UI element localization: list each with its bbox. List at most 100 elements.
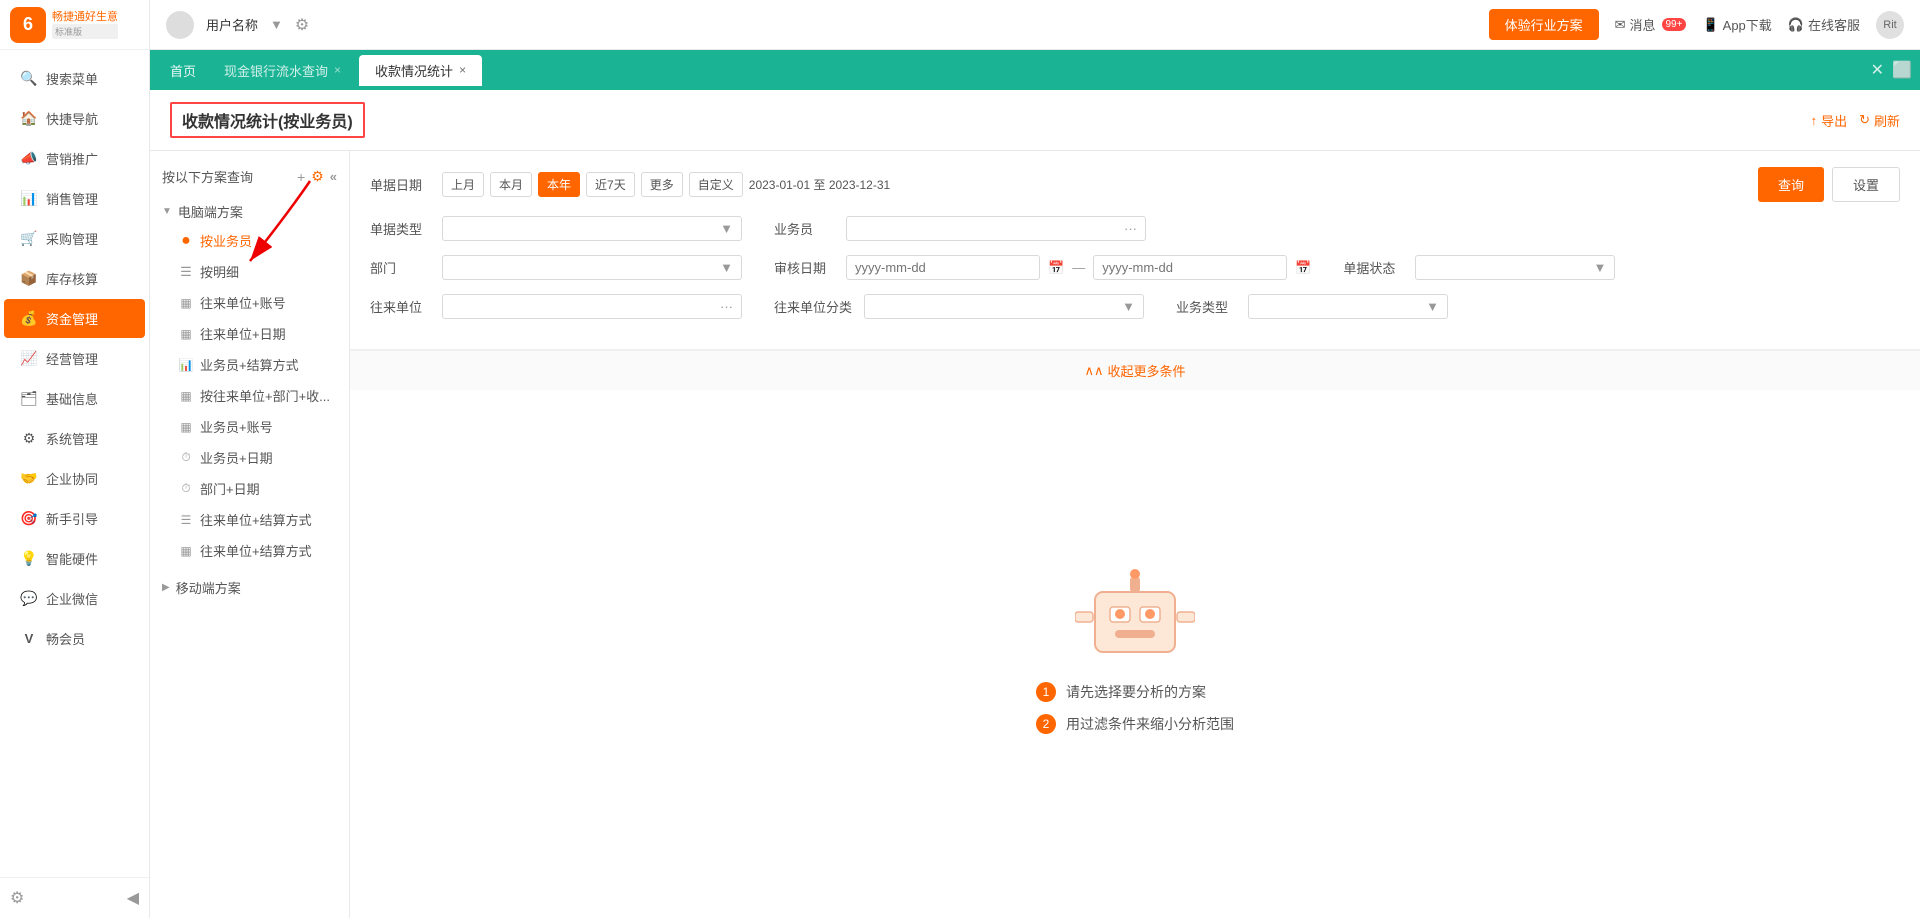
sidebar-item-wechat[interactable]: 💬 企业微信 — [4, 579, 145, 618]
date-btn-last-month[interactable]: 上月 — [442, 172, 484, 197]
scheme-collapse-icon[interactable]: « — [330, 169, 337, 184]
mobile-group-label: 移动端方案 — [176, 578, 241, 597]
sidebar-settings-icon[interactable]: ⚙ — [10, 888, 24, 908]
scheme-item-partner-account[interactable]: ▦ 往来单位+账号 — [150, 287, 349, 318]
finance-icon: 💰 — [20, 310, 38, 328]
empty-state: 1 请先选择要分析的方案 2 用过滤条件来缩小分析范围 — [350, 390, 1920, 918]
dept-label: 部门 — [370, 258, 430, 277]
scheme-add-icon[interactable]: + — [297, 169, 305, 185]
partner-settle2-icon: ▦ — [178, 543, 194, 559]
business-type-label: 业务类型 — [1176, 297, 1236, 316]
sidebar-item-enterprise[interactable]: 🤝 企业协同 — [4, 459, 145, 498]
scheme-item-salesperson-account[interactable]: ▦ 业务员+账号 — [150, 411, 349, 442]
date-btn-more[interactable]: 更多 — [641, 172, 683, 197]
app-download-action[interactable]: 📱 App下载 — [1702, 15, 1771, 34]
query-button[interactable]: 查询 — [1758, 167, 1824, 202]
tab-collection-stat[interactable]: 收款情况统计 × — [359, 55, 482, 86]
sidebar-item-smart-hw[interactable]: 💡 智能硬件 — [4, 539, 145, 578]
date-btn-7days[interactable]: 近7天 — [586, 172, 635, 197]
scheme-item-by-detail[interactable]: ☰ 按明细 — [150, 256, 349, 287]
sidebar-item-newbie[interactable]: 🎯 新手引导 — [4, 499, 145, 538]
partner-category-label: 往来单位分类 — [774, 297, 852, 316]
scheme-item-partner-dept-collect[interactable]: ▦ 按往来单位+部门+收... — [150, 380, 349, 411]
date-options-group: 上月 本月 本年 近7天 更多 自定义 2023-01-01 至 2023-12… — [442, 172, 890, 197]
collapse-bar[interactable]: ∧∧ 收起更多条件 — [350, 350, 1920, 390]
desktop-group-label: 电脑端方案 — [178, 202, 243, 221]
tab-home[interactable]: 首页 — [158, 55, 208, 86]
settings-icon[interactable]: ⚙ — [295, 15, 309, 35]
date-range-text: 2023-01-01 至 2023-12-31 — [749, 176, 890, 193]
operation-icon: 📈 — [20, 350, 38, 368]
sidebar-collapse-icon[interactable]: ◀ — [127, 888, 139, 908]
salesperson-dropdown-icon: ··· — [1124, 221, 1137, 236]
sidebar-item-sales[interactable]: 📊 销售管理 — [4, 179, 145, 218]
export-icon: ↑ — [1811, 113, 1818, 128]
scheme-group-mobile-header[interactable]: ▶ 移动端方案 — [150, 574, 349, 601]
avatar — [166, 11, 194, 39]
trial-button[interactable]: 体验行业方案 — [1489, 9, 1599, 40]
scheme-group-desktop-header[interactable]: ▼ 电脑端方案 — [150, 198, 349, 225]
scheme-panel-header: 按以下方案查询 + ⚙ « — [150, 159, 349, 194]
date-btn-this-year[interactable]: 本年 — [538, 172, 580, 197]
message-action[interactable]: ✉ 消息 99+ — [1615, 15, 1687, 34]
date-btn-custom[interactable]: 自定义 — [689, 172, 743, 197]
scheme-item-salesperson-settle[interactable]: 📊 业务员+结算方式 — [150, 349, 349, 380]
partner-select[interactable]: ··· — [442, 294, 742, 319]
scheme-item-salesperson-date[interactable]: ⏱ 业务员+日期 — [150, 442, 349, 473]
voucher-type-select[interactable]: ▼ — [442, 216, 742, 241]
partner-category-select[interactable]: ▼ — [864, 294, 1144, 319]
tab-bank-flow[interactable]: 现金银行流水查询 × — [208, 55, 357, 86]
step-2-num: 2 — [1036, 714, 1056, 734]
calendar-end-icon[interactable]: 📅 — [1295, 260, 1311, 276]
scheme-item-partner-date[interactable]: ▦ 往来单位+日期 — [150, 318, 349, 349]
date-btn-this-month[interactable]: 本月 — [490, 172, 532, 197]
scheme-item-dept-date[interactable]: ⏱ 部门+日期 — [150, 473, 349, 504]
dept-select[interactable]: ▼ — [442, 255, 742, 280]
calendar-start-icon[interactable]: 📅 — [1048, 260, 1064, 276]
export-button[interactable]: ↑ 导出 — [1811, 111, 1848, 130]
sidebar-nav: 🔍 搜索菜单 🏠 快捷导航 📣 营销推广 📊 销售管理 🛒 采购管理 📦 — [0, 50, 149, 877]
sidebar-item-finance[interactable]: 💰 资金管理 — [4, 299, 145, 338]
refresh-button[interactable]: ↻ 刷新 — [1859, 111, 1900, 130]
filter-settings-button[interactable]: 设置 — [1832, 167, 1900, 202]
salesperson-account-icon: ▦ — [178, 419, 194, 435]
refresh-icon: ↻ — [1859, 112, 1870, 128]
dropdown-icon[interactable]: ▼ — [270, 17, 283, 32]
salesperson-select[interactable]: ··· — [846, 216, 1146, 241]
scheme-item-by-salesperson[interactable]: ● 按业务员 — [150, 225, 349, 256]
close-collection-stat-icon[interactable]: × — [459, 63, 466, 77]
sidebar-item-operation[interactable]: 📈 经营管理 — [4, 339, 145, 378]
partner-category-dropdown-icon: ▼ — [1122, 299, 1135, 314]
purchase-icon: 🛒 — [20, 230, 38, 248]
business-type-select[interactable]: ▼ — [1248, 294, 1448, 319]
sidebar-item-search-menu[interactable]: 🔍 搜索菜单 — [4, 59, 145, 98]
search-menu-icon: 🔍 — [20, 70, 38, 88]
online-service-action[interactable]: 🎧 在线客服 — [1788, 15, 1860, 34]
scheme-settings-icon[interactable]: ⚙ — [311, 168, 324, 185]
close-window-icon[interactable]: ✕ — [1871, 60, 1884, 80]
sidebar-item-basic-info[interactable]: 🗂 基础信息 — [4, 379, 145, 418]
salesperson-settle-icon: 📊 — [178, 357, 194, 373]
review-date-end-input[interactable] — [1093, 255, 1287, 280]
sidebar-item-purchase[interactable]: 🛒 采购管理 — [4, 219, 145, 258]
partner-more-icon[interactable]: ··· — [720, 299, 733, 314]
review-date-start-input[interactable] — [846, 255, 1040, 280]
maximize-icon[interactable]: ⬜ — [1892, 60, 1912, 80]
page-content: 收款情况统计(按业务员) ↑ 导出 ↻ 刷新 — [150, 90, 1920, 918]
sidebar-item-system[interactable]: ⚙ 系统管理 — [4, 419, 145, 458]
sidebar-item-marketing[interactable]: 📣 营销推广 — [4, 139, 145, 178]
sidebar-item-quick-nav[interactable]: 🏠 快捷导航 — [4, 99, 145, 138]
sidebar-item-inventory[interactable]: 📦 库存核算 — [4, 259, 145, 298]
top-bar-left: 用户名称 ▼ ⚙ — [166, 11, 309, 39]
voucher-status-select[interactable]: ▼ — [1415, 255, 1615, 280]
logo-name: 畅捷通好生意 — [52, 10, 118, 24]
empty-step-1: 1 请先选择要分析的方案 — [1036, 682, 1234, 702]
tab-bar-right: ✕ ⬜ — [1871, 60, 1912, 80]
marketing-icon: 📣 — [20, 150, 38, 168]
scheme-item-partner-settle1[interactable]: ☰ 往来单位+结算方式 — [150, 504, 349, 535]
message-icon: ✉ — [1615, 17, 1626, 33]
scheme-item-partner-settle2[interactable]: ▦ 往来单位+结算方式 — [150, 535, 349, 566]
sidebar-item-member[interactable]: V 畅会员 — [4, 619, 145, 658]
close-bank-flow-icon[interactable]: × — [334, 63, 341, 77]
salesperson-item-icon: ● — [178, 233, 194, 249]
